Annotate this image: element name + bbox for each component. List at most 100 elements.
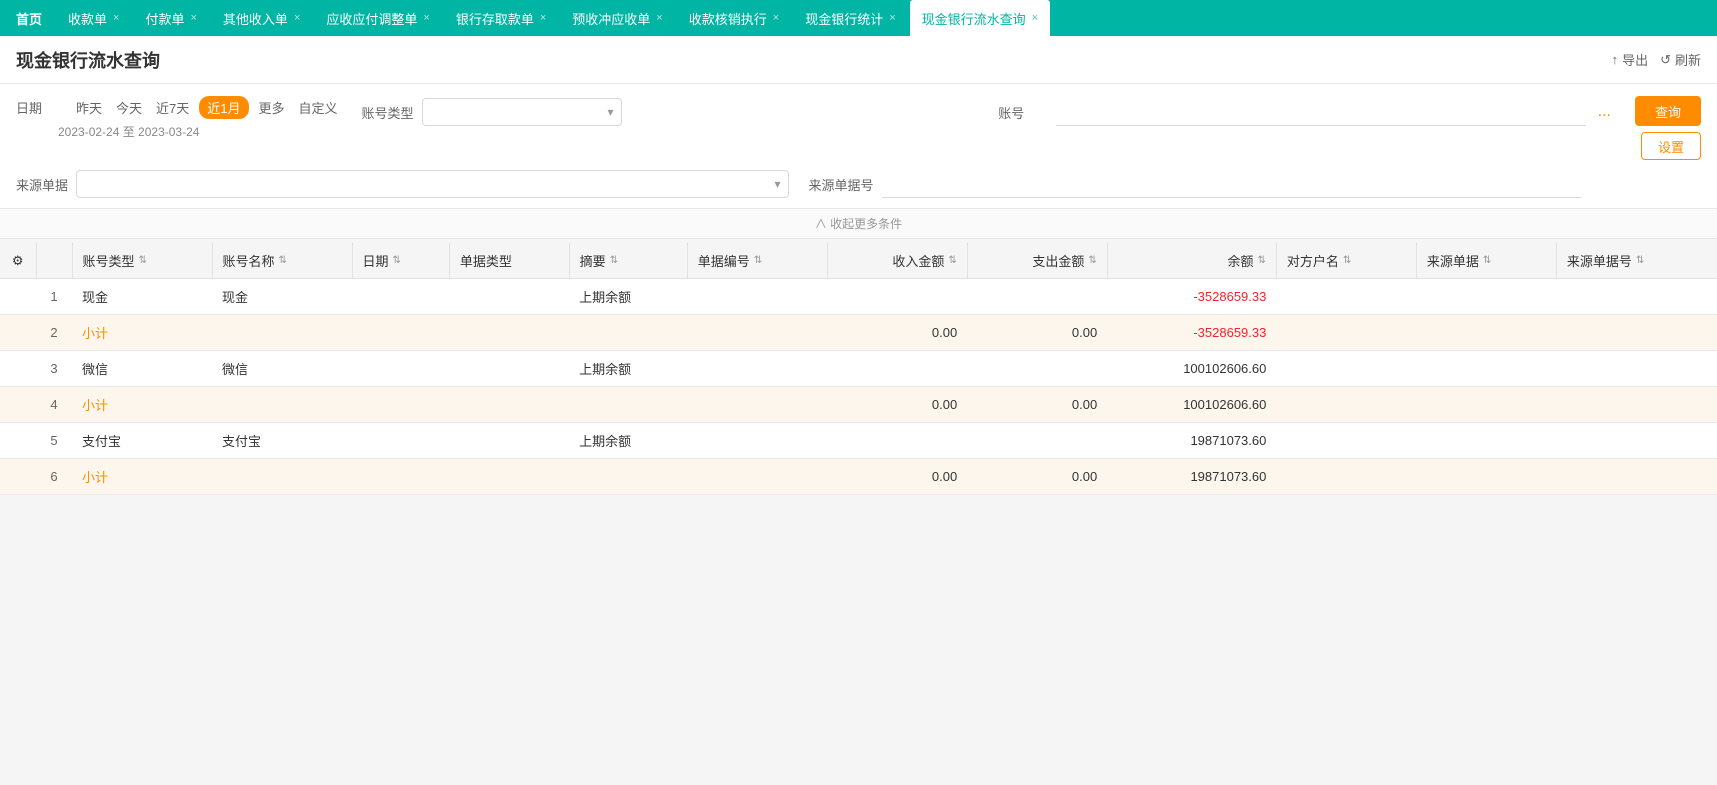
td-account-type: 小计 <box>72 459 212 495</box>
date-1month[interactable]: 近1月 <box>199 96 248 119</box>
close-tab-collection[interactable]: × <box>773 12 779 24</box>
td-doc-type <box>449 423 569 459</box>
source-doc-select[interactable] <box>76 170 788 198</box>
table-row: 4 小计 0.00 0.00 100102606.60 <box>0 387 1717 423</box>
th-doc-num[interactable]: 单据编号 ⇅ <box>687 243 827 279</box>
nav-tab-ar-ap-adjust[interactable]: 应收应付调整单 × <box>314 0 441 36</box>
date-more[interactable]: 更多 <box>255 96 289 119</box>
th-source-doc-num[interactable]: 来源单据号 ⇅ <box>1556 243 1717 279</box>
th-summary[interactable]: 摘要 ⇅ <box>569 243 687 279</box>
close-tab-other-income[interactable]: × <box>294 12 300 24</box>
td-income <box>827 351 967 387</box>
close-tab-bank-deposit[interactable]: × <box>540 12 546 24</box>
td-date <box>352 459 449 495</box>
td-counterpart <box>1276 423 1416 459</box>
td-account-type: 现金 <box>72 279 212 315</box>
td-balance: 100102606.60 <box>1107 387 1276 423</box>
query-button[interactable]: 查询 <box>1635 96 1701 126</box>
td-expense: 0.00 <box>967 315 1107 351</box>
nav-tab-payments[interactable]: 付款单 × <box>133 0 208 36</box>
settings-button[interactable]: 设置 <box>1641 132 1701 160</box>
nav-tab-prepaid[interactable]: 预收冲应收单 × <box>560 0 674 36</box>
td-balance: -3528659.33 <box>1107 279 1276 315</box>
th-balance[interactable]: 余额 ⇅ <box>1107 243 1276 279</box>
td-counterpart <box>1276 315 1416 351</box>
td-expense: 0.00 <box>967 459 1107 495</box>
td-gear <box>0 351 36 387</box>
td-gear <box>0 459 36 495</box>
th-account-name[interactable]: 账号名称 ⇅ <box>212 243 352 279</box>
td-expense <box>967 423 1107 459</box>
td-account-type: 小计 <box>72 315 212 351</box>
sort-icon-counterpart: ⇅ <box>1343 255 1351 266</box>
close-tab-payments[interactable]: × <box>190 12 196 24</box>
account-type-select[interactable] <box>422 98 622 126</box>
td-income <box>827 423 967 459</box>
td-counterpart <box>1276 459 1416 495</box>
td-counterpart <box>1276 351 1416 387</box>
td-expense <box>967 279 1107 315</box>
nav-tab-cash-bank-stat[interactable]: 现金银行统计 × <box>793 0 907 36</box>
th-expense[interactable]: 支出金额 ⇅ <box>967 243 1107 279</box>
source-doc-num-input[interactable] <box>882 170 1581 198</box>
filter-area: 日期 昨天 今天 近7天 近1月 更多 自定义 2023-02-24 至 202… <box>0 84 1717 239</box>
date-custom[interactable]: 自定义 <box>295 96 342 119</box>
close-tab-cash-bank-flow[interactable]: × <box>1032 12 1038 24</box>
td-doc-num <box>687 315 827 351</box>
td-date <box>352 423 449 459</box>
export-button[interactable]: ↑ 导出 <box>1612 50 1649 69</box>
close-tab-receipts[interactable]: × <box>113 12 119 24</box>
sort-icon-expense: ⇅ <box>1088 255 1096 266</box>
close-tab-ar-ap-adjust[interactable]: × <box>423 12 429 24</box>
td-gear <box>0 279 36 315</box>
td-source-doc-num <box>1556 459 1717 495</box>
close-tab-prepaid[interactable]: × <box>656 12 662 24</box>
td-date <box>352 315 449 351</box>
td-doc-num <box>687 423 827 459</box>
refresh-button[interactable]: ↺ 刷新 <box>1660 50 1701 69</box>
nav-home[interactable]: 首页 <box>4 0 54 36</box>
td-date <box>352 279 449 315</box>
td-balance: 100102606.60 <box>1107 351 1276 387</box>
th-date[interactable]: 日期 ⇅ <box>352 243 449 279</box>
td-source-doc <box>1416 459 1556 495</box>
nav-tab-cash-bank-flow[interactable]: 现金银行流水查询 × <box>910 0 1050 36</box>
page-title: 现金银行流水查询 <box>16 47 160 73</box>
source-doc-num-label: 来源单据号 <box>809 175 874 194</box>
nav-tab-receipts[interactable]: 收款单 × <box>56 0 131 36</box>
nav-tab-other-income[interactable]: 其他收入单 × <box>211 0 312 36</box>
date-today[interactable]: 今天 <box>112 96 146 119</box>
nav-tab-collection[interactable]: 收款核销执行 × <box>677 0 791 36</box>
date-range-display: 2023-02-24 至 2023-03-24 <box>58 125 199 139</box>
td-account-type: 微信 <box>72 351 212 387</box>
td-row-num: 4 <box>36 387 72 423</box>
td-doc-num <box>687 351 827 387</box>
td-income: 0.00 <box>827 315 967 351</box>
td-date <box>352 351 449 387</box>
td-account-type: 小计 <box>72 387 212 423</box>
table-row: 5 支付宝 支付宝 上期余额 19871073.60 <box>0 423 1717 459</box>
close-tab-cash-bank-stat[interactable]: × <box>889 12 895 24</box>
nav-tab-bank-deposit[interactable]: 银行存取款单 × <box>444 0 558 36</box>
account-dots-button[interactable]: ... <box>1594 103 1615 121</box>
td-source-doc <box>1416 351 1556 387</box>
td-doc-num <box>687 387 827 423</box>
collapse-bar[interactable]: ∧ 收起更多条件 <box>0 208 1717 238</box>
td-gear <box>0 423 36 459</box>
table-row: 6 小计 0.00 0.00 19871073.60 <box>0 459 1717 495</box>
date-yesterday[interactable]: 昨天 <box>72 96 106 119</box>
account-input[interactable] <box>1056 98 1585 126</box>
th-income[interactable]: 收入金额 ⇅ <box>827 243 967 279</box>
td-source-doc-num <box>1556 279 1717 315</box>
th-account-type[interactable]: 账号类型 ⇅ <box>72 243 212 279</box>
th-counterpart[interactable]: 对方户名 ⇅ <box>1276 243 1416 279</box>
sort-icon-balance: ⇅ <box>1257 255 1265 266</box>
date-7days[interactable]: 近7天 <box>152 96 193 119</box>
td-summary: 上期余额 <box>569 351 687 387</box>
refresh-icon: ↺ <box>1660 52 1671 68</box>
account-type-select-wrapper <box>422 98 622 126</box>
td-source-doc-num <box>1556 315 1717 351</box>
th-gear[interactable]: ⚙ <box>0 243 36 279</box>
th-source-doc[interactable]: 来源单据 ⇅ <box>1416 243 1556 279</box>
td-source-doc <box>1416 423 1556 459</box>
